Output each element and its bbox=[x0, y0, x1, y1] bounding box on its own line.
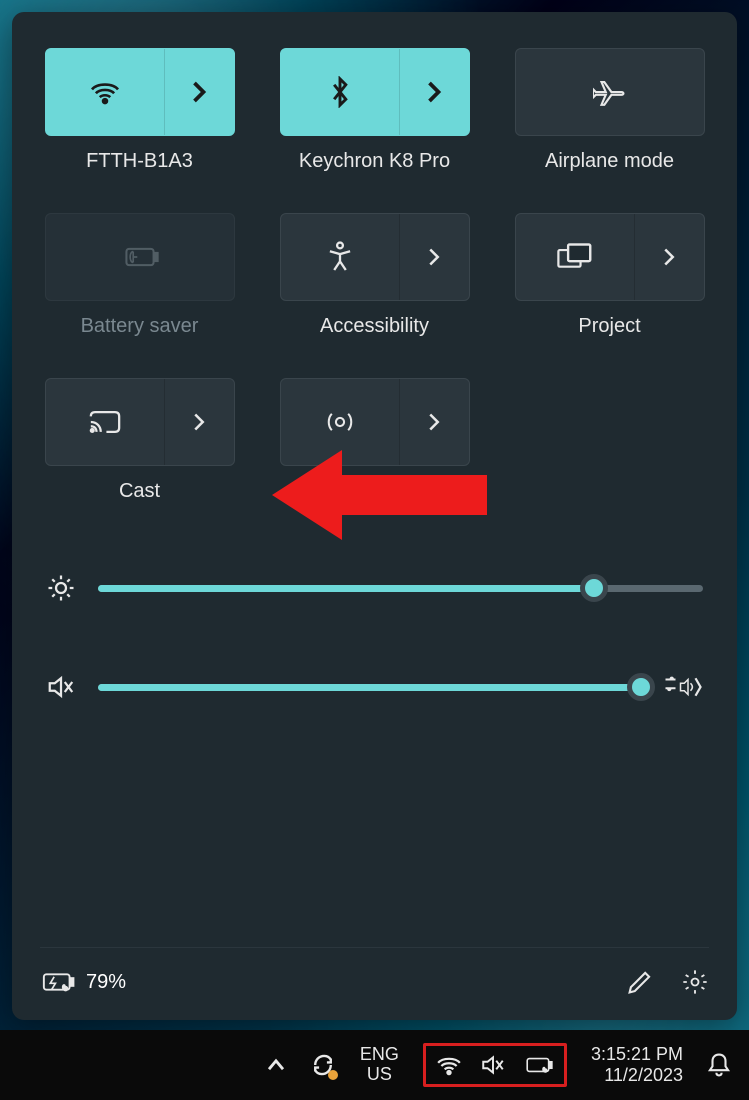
wifi-toggle[interactable] bbox=[46, 49, 164, 135]
accessibility-tile-group: Accessibility bbox=[275, 213, 474, 338]
volume-slider-row bbox=[46, 673, 703, 701]
tray-overflow-button[interactable] bbox=[266, 1058, 286, 1072]
bluetooth-tile-group: Keychron K8 Pro bbox=[275, 48, 474, 173]
volume-slider[interactable] bbox=[98, 684, 641, 691]
nearby-sharing-tile[interactable] bbox=[280, 378, 470, 466]
battery-saver-icon bbox=[121, 244, 159, 270]
notifications-button[interactable] bbox=[707, 1052, 731, 1078]
chevron-right-icon bbox=[426, 80, 442, 104]
bluetooth-toggle[interactable] bbox=[281, 49, 399, 135]
brightness-slider-row bbox=[46, 573, 703, 603]
tray-volume-muted-icon[interactable] bbox=[480, 1054, 506, 1076]
brightness-thumb[interactable] bbox=[580, 574, 608, 602]
cast-tile[interactable] bbox=[45, 378, 235, 466]
bluetooth-label: Keychron K8 Pro bbox=[299, 150, 450, 173]
chevron-right-icon bbox=[192, 412, 206, 432]
bluetooth-tile[interactable] bbox=[280, 48, 470, 136]
cast-label: Cast bbox=[119, 480, 160, 503]
language-top: ENG bbox=[360, 1045, 399, 1065]
project-label: Project bbox=[578, 315, 640, 338]
accessibility-tile[interactable] bbox=[280, 213, 470, 301]
nearby-sharing-tile-group: Nearby sharing bbox=[275, 378, 474, 503]
volume-thumb[interactable] bbox=[627, 673, 655, 701]
update-indicator-dot bbox=[328, 1070, 338, 1080]
accessibility-icon bbox=[327, 241, 353, 273]
wifi-icon bbox=[89, 79, 121, 105]
chevron-right-icon bbox=[427, 412, 441, 432]
settings-button[interactable] bbox=[681, 968, 709, 996]
airplane-icon bbox=[593, 77, 627, 107]
sliders-section bbox=[40, 573, 709, 701]
volume-fill bbox=[98, 684, 641, 691]
battery-percent-label: 79% bbox=[86, 971, 126, 994]
tray-battery-icon[interactable] bbox=[524, 1054, 554, 1076]
battery-saver-label: Battery saver bbox=[81, 315, 199, 338]
nearby-sharing-icon bbox=[325, 407, 355, 437]
taskbar-time: 3:15:21 PM bbox=[591, 1044, 683, 1065]
brightness-fill bbox=[98, 585, 594, 592]
wifi-tile-group: FTTH-B1A3 bbox=[40, 48, 239, 173]
nearby-sharing-more-button[interactable] bbox=[399, 379, 469, 465]
airplane-mode-tile[interactable] bbox=[515, 48, 705, 136]
battery-charging-icon bbox=[40, 969, 76, 995]
accessibility-more-button[interactable] bbox=[399, 214, 469, 300]
bluetooth-more-button[interactable] bbox=[399, 49, 469, 135]
volume-muted-icon[interactable] bbox=[46, 673, 76, 701]
brightness-slider[interactable] bbox=[98, 585, 703, 592]
wifi-more-button[interactable] bbox=[164, 49, 234, 135]
quick-settings-tiles-grid: FTTH-B1A3 Keychron K8 Pro bbox=[40, 48, 709, 503]
wifi-tile[interactable] bbox=[45, 48, 235, 136]
brightness-icon bbox=[46, 573, 76, 603]
project-more-button[interactable] bbox=[634, 214, 704, 300]
nearby-sharing-toggle[interactable] bbox=[281, 379, 399, 465]
battery-status-button[interactable]: 79% bbox=[40, 969, 126, 995]
taskbar: ENG US 3:15:21 PM 11/2/2023 bbox=[0, 1030, 749, 1100]
nearby-sharing-label: Nearby sharing bbox=[307, 480, 443, 503]
battery-saver-tile bbox=[45, 213, 235, 301]
language-bottom: US bbox=[360, 1065, 399, 1085]
battery-saver-tile-group: Battery saver bbox=[40, 213, 239, 338]
wifi-label: FTTH-B1A3 bbox=[86, 150, 193, 173]
language-indicator[interactable]: ENG US bbox=[360, 1045, 399, 1085]
cast-toggle[interactable] bbox=[46, 379, 164, 465]
chevron-right-icon bbox=[191, 80, 207, 104]
tray-wifi-icon[interactable] bbox=[436, 1054, 462, 1076]
project-icon bbox=[557, 243, 593, 271]
quick-settings-panel: FTTH-B1A3 Keychron K8 Pro bbox=[12, 12, 737, 1020]
cast-more-button[interactable] bbox=[164, 379, 234, 465]
project-tile[interactable] bbox=[515, 213, 705, 301]
chevron-right-icon bbox=[662, 247, 676, 267]
cast-tile-group: Cast bbox=[40, 378, 239, 503]
taskbar-date: 11/2/2023 bbox=[591, 1065, 683, 1086]
edit-quick-settings-button[interactable] bbox=[627, 968, 653, 996]
chevron-right-icon bbox=[427, 247, 441, 267]
project-tile-group: Project bbox=[510, 213, 709, 338]
cast-icon bbox=[88, 409, 122, 435]
accessibility-toggle[interactable] bbox=[281, 214, 399, 300]
airplane-tile-group: Airplane mode bbox=[510, 48, 709, 173]
panel-actions bbox=[627, 968, 709, 996]
airplane-label: Airplane mode bbox=[545, 150, 674, 173]
accessibility-label: Accessibility bbox=[320, 315, 429, 338]
project-toggle[interactable] bbox=[516, 214, 634, 300]
bluetooth-icon bbox=[329, 76, 351, 108]
annotation-red-box bbox=[423, 1043, 567, 1087]
taskbar-clock[interactable]: 3:15:21 PM 11/2/2023 bbox=[591, 1044, 683, 1085]
audio-output-button[interactable] bbox=[663, 673, 703, 701]
panel-bottom-bar: 79% bbox=[40, 947, 709, 996]
windows-update-tray-icon[interactable] bbox=[310, 1052, 336, 1078]
